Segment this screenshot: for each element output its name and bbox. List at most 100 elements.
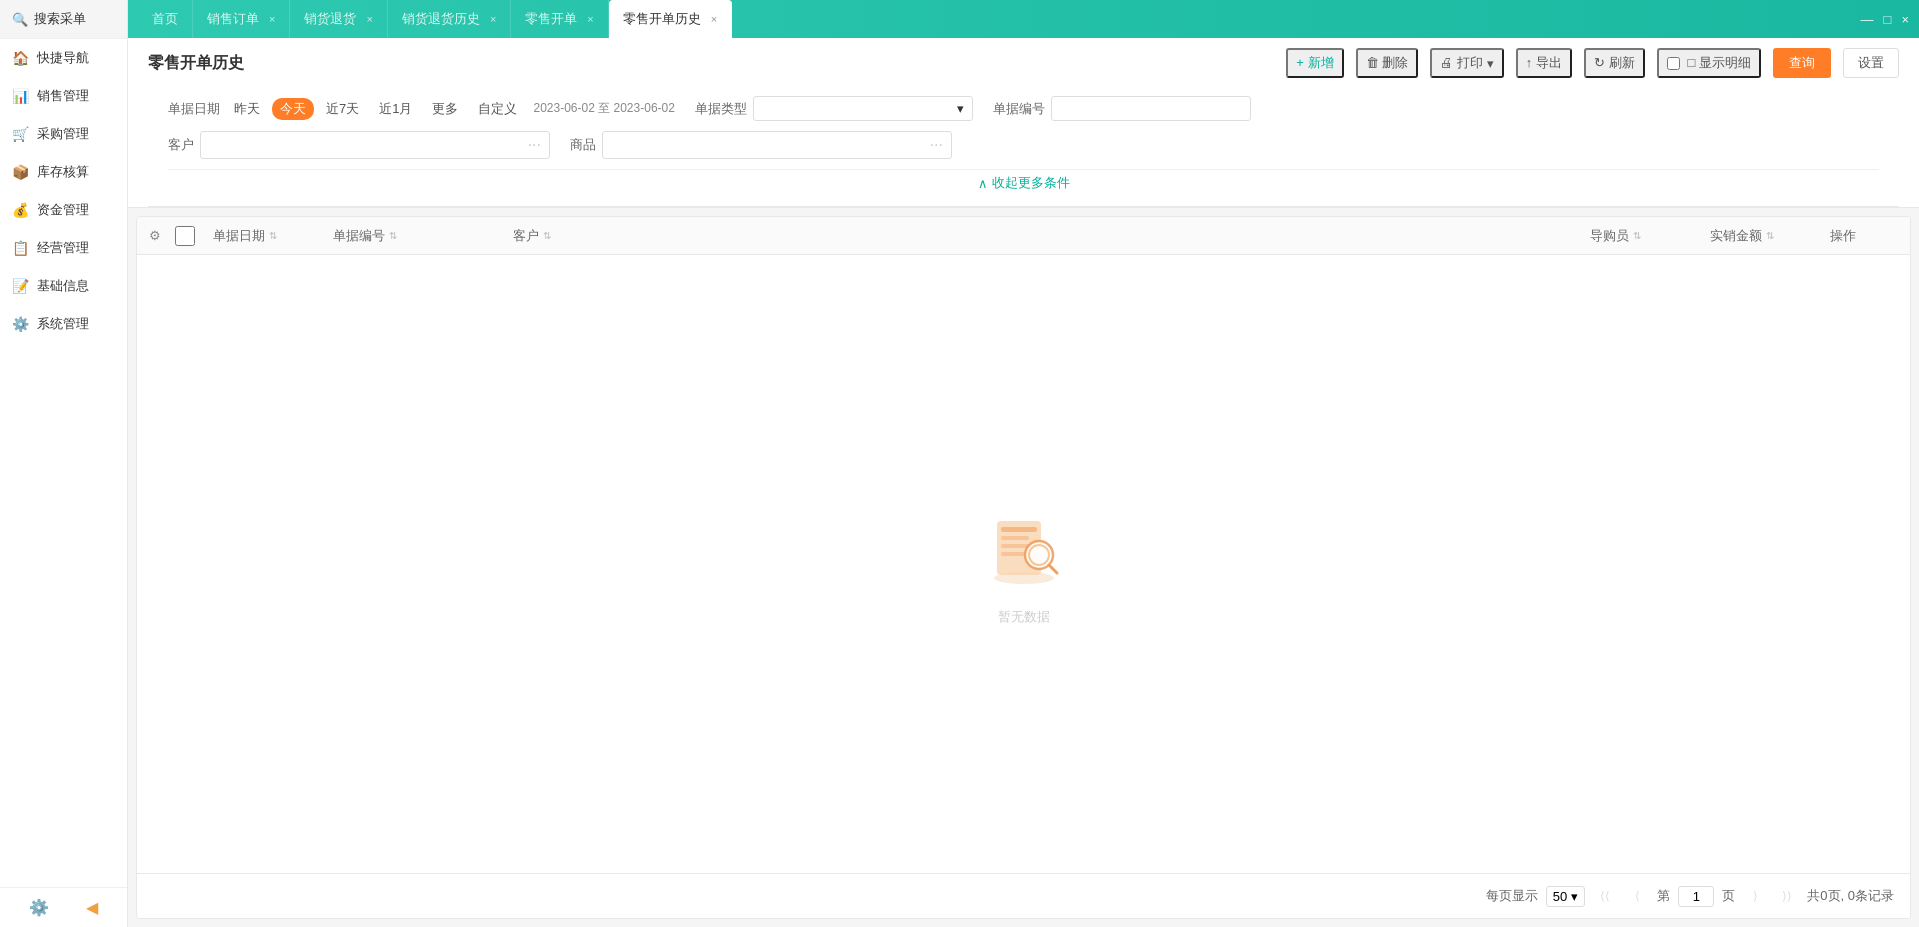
table-area: ⚙ 单据日期 ⇅ 单据编号 ⇅ 客户 ⇅ 导购员 ⇅ [136, 216, 1911, 919]
date-options: 昨天 今天 近7天 近1月 更多 自定义 2023-06-02 至 2023-0… [226, 98, 675, 120]
tab-sales-return-history-label: 销货退货历史 [402, 10, 480, 28]
tab-home-label: 首页 [152, 10, 178, 28]
goods-dots-icon: ··· [930, 136, 943, 154]
show-detail-checkbox[interactable] [1667, 57, 1680, 70]
date-today-btn[interactable]: 今天 [272, 98, 314, 120]
table-settings-button[interactable]: ⚙ [145, 224, 165, 247]
th-num[interactable]: 单据编号 ⇅ [325, 227, 505, 245]
tab-sales-return-close[interactable]: × [366, 13, 372, 25]
svg-rect-2 [1001, 527, 1037, 532]
sidebar-item-label: 销售管理 [37, 87, 89, 105]
collapse-arrow-icon: ∧ [978, 176, 988, 191]
empty-state: 暂无数据 [137, 255, 1910, 873]
filter-customer-item: 客户 ··· [168, 131, 550, 159]
sidebar-item-quick-nav[interactable]: 🏠 快捷导航 [0, 39, 127, 77]
tab-retail-open-label: 零售开单 [525, 10, 577, 28]
settings-button[interactable]: 设置 [1843, 48, 1899, 78]
first-page-button[interactable]: ⟨⟨ [1593, 884, 1617, 908]
sidebar-item-label: 经营管理 [37, 239, 89, 257]
th-guide[interactable]: 导购员 ⇅ [1582, 227, 1702, 245]
goods-input[interactable]: ··· [602, 131, 952, 159]
date-custom-btn[interactable]: 自定义 [470, 98, 525, 120]
tab-sales-return-history[interactable]: 销货退货历史 × [388, 0, 511, 38]
window-minimize-button[interactable]: — [1861, 12, 1874, 27]
pagination: 每页显示 50 ▾ ⟨⟨ ⟨ 第 页 ⟩ ⟩⟩ 共0页, 0条记录 [137, 873, 1910, 918]
refresh-button[interactable]: ↻ 刷新 [1584, 48, 1645, 78]
tab-home[interactable]: 首页 [138, 0, 193, 38]
th-date[interactable]: 单据日期 ⇅ [205, 227, 325, 245]
tab-sales-order[interactable]: 销售订单 × [193, 0, 290, 38]
tab-retail-open-history[interactable]: 零售开单历史 × [609, 0, 732, 38]
cart-icon: 🛒 [12, 126, 29, 142]
money-icon: 💰 [12, 202, 29, 218]
sidebar-item-inventory[interactable]: 📦 库存核算 [0, 153, 127, 191]
date-more-btn[interactable]: 更多 [424, 98, 466, 120]
prev-page-button[interactable]: ⟨ [1625, 884, 1649, 908]
print-button[interactable]: 🖨 打印 ▾ [1430, 48, 1504, 78]
date-range-display: 2023-06-02 至 2023-06-02 [533, 100, 674, 117]
th-customer-label: 客户 [513, 227, 539, 245]
tab-retail-open-history-close[interactable]: × [711, 13, 717, 25]
search-icon: 🔍 [12, 12, 28, 27]
th-ops: 操作 [1822, 227, 1902, 245]
sidebar-item-system-mgmt[interactable]: ⚙️ 系统管理 [0, 305, 127, 343]
window-maximize-button[interactable]: □ [1884, 12, 1892, 27]
sidebar: 🔍 搜索采单 🏠 快捷导航 📊 销售管理 🛒 采购管理 📦 库存核算 💰 资金管… [0, 0, 128, 927]
page-size-select[interactable]: 50 ▾ [1546, 886, 1585, 907]
empty-icon [979, 503, 1069, 596]
sidebar-item-purchase-mgmt[interactable]: 🛒 采购管理 [0, 115, 127, 153]
show-detail-button[interactable]: □ 显示明细 [1657, 48, 1761, 78]
tab-retail-open-close[interactable]: × [587, 13, 593, 25]
sidebar-item-label: 快捷导航 [37, 49, 89, 67]
sidebar-item-finance[interactable]: 💰 资金管理 [0, 191, 127, 229]
next-page-button[interactable]: ⟩ [1743, 884, 1767, 908]
tabs-bar: 首页 销售订单 × 销货退货 × 销货退货历史 × 零售开单 × 零售开单历史 … [128, 0, 1919, 38]
sidebar-item-operation[interactable]: 📋 经营管理 [0, 229, 127, 267]
sidebar-nav: 🏠 快捷导航 📊 销售管理 🛒 采购管理 📦 库存核算 💰 资金管理 📋 经营管… [0, 39, 127, 887]
page-prefix-label: 第 [1657, 887, 1670, 905]
date-filter-label: 单据日期 [168, 100, 220, 118]
home-icon: 🏠 [12, 50, 29, 66]
tab-sales-order-close[interactable]: × [269, 13, 275, 25]
toolbar: + 新增 🗑 删除 🖨 打印 ▾ ↑ 导出 ↻ 刷新 □ 显示明细 查询 设置 [1286, 48, 1899, 78]
doc-num-input[interactable] [1051, 96, 1251, 121]
th-date-label: 单据日期 [213, 227, 265, 245]
th-amount[interactable]: 实销金额 ⇅ [1702, 227, 1822, 245]
sidebar-search-label: 搜索采单 [34, 10, 86, 28]
sidebar-item-label: 采购管理 [37, 125, 89, 143]
sidebar-search[interactable]: 🔍 搜索采单 [0, 0, 127, 39]
select-all-checkbox[interactable] [175, 226, 195, 246]
sidebar-item-sales-mgmt[interactable]: 📊 销售管理 [0, 77, 127, 115]
page-title: 零售开单历史 [148, 53, 244, 74]
sidebar-collapse-button[interactable]: ◀ [86, 898, 98, 917]
add-button[interactable]: + 新增 [1286, 48, 1343, 78]
page-number-input[interactable] [1678, 886, 1714, 907]
th-customer[interactable]: 客户 ⇅ [505, 227, 1582, 245]
tab-retail-open-history-label: 零售开单历史 [623, 10, 701, 28]
sidebar-item-label: 系统管理 [37, 315, 89, 333]
sidebar-item-basic-info[interactable]: 📝 基础信息 [0, 267, 127, 305]
tab-retail-open[interactable]: 零售开单 × [511, 0, 608, 38]
th-guide-sort-icon: ⇅ [1633, 230, 1641, 241]
date-last-month-btn[interactable]: 近1月 [371, 98, 420, 120]
tab-sales-return[interactable]: 销货退货 × [290, 0, 387, 38]
customer-dots-icon: ··· [528, 136, 541, 154]
clipboard-icon: 📋 [12, 240, 29, 256]
query-button[interactable]: 查询 [1773, 48, 1831, 78]
last-page-button[interactable]: ⟩⟩ [1775, 884, 1799, 908]
th-customer-sort-icon: ⇅ [543, 230, 551, 241]
date-last7-btn[interactable]: 近7天 [318, 98, 367, 120]
sidebar-settings-button[interactable]: ⚙️ [29, 898, 49, 917]
tab-sales-return-history-close[interactable]: × [490, 13, 496, 25]
sidebar-item-label: 基础信息 [37, 277, 89, 295]
filter-collapse-bar[interactable]: ∧ 收起更多条件 [168, 169, 1879, 196]
delete-button[interactable]: 🗑 删除 [1356, 48, 1419, 78]
svg-rect-3 [1001, 536, 1029, 540]
date-yesterday-btn[interactable]: 昨天 [226, 98, 268, 120]
doc-type-select[interactable]: ▾ [753, 96, 973, 121]
export-button[interactable]: ↑ 导出 [1516, 48, 1572, 78]
window-close-button[interactable]: × [1901, 12, 1909, 27]
th-guide-label: 导购员 [1590, 227, 1629, 245]
print-label: 🖨 打印 [1440, 54, 1483, 72]
customer-input[interactable]: ··· [200, 131, 550, 159]
